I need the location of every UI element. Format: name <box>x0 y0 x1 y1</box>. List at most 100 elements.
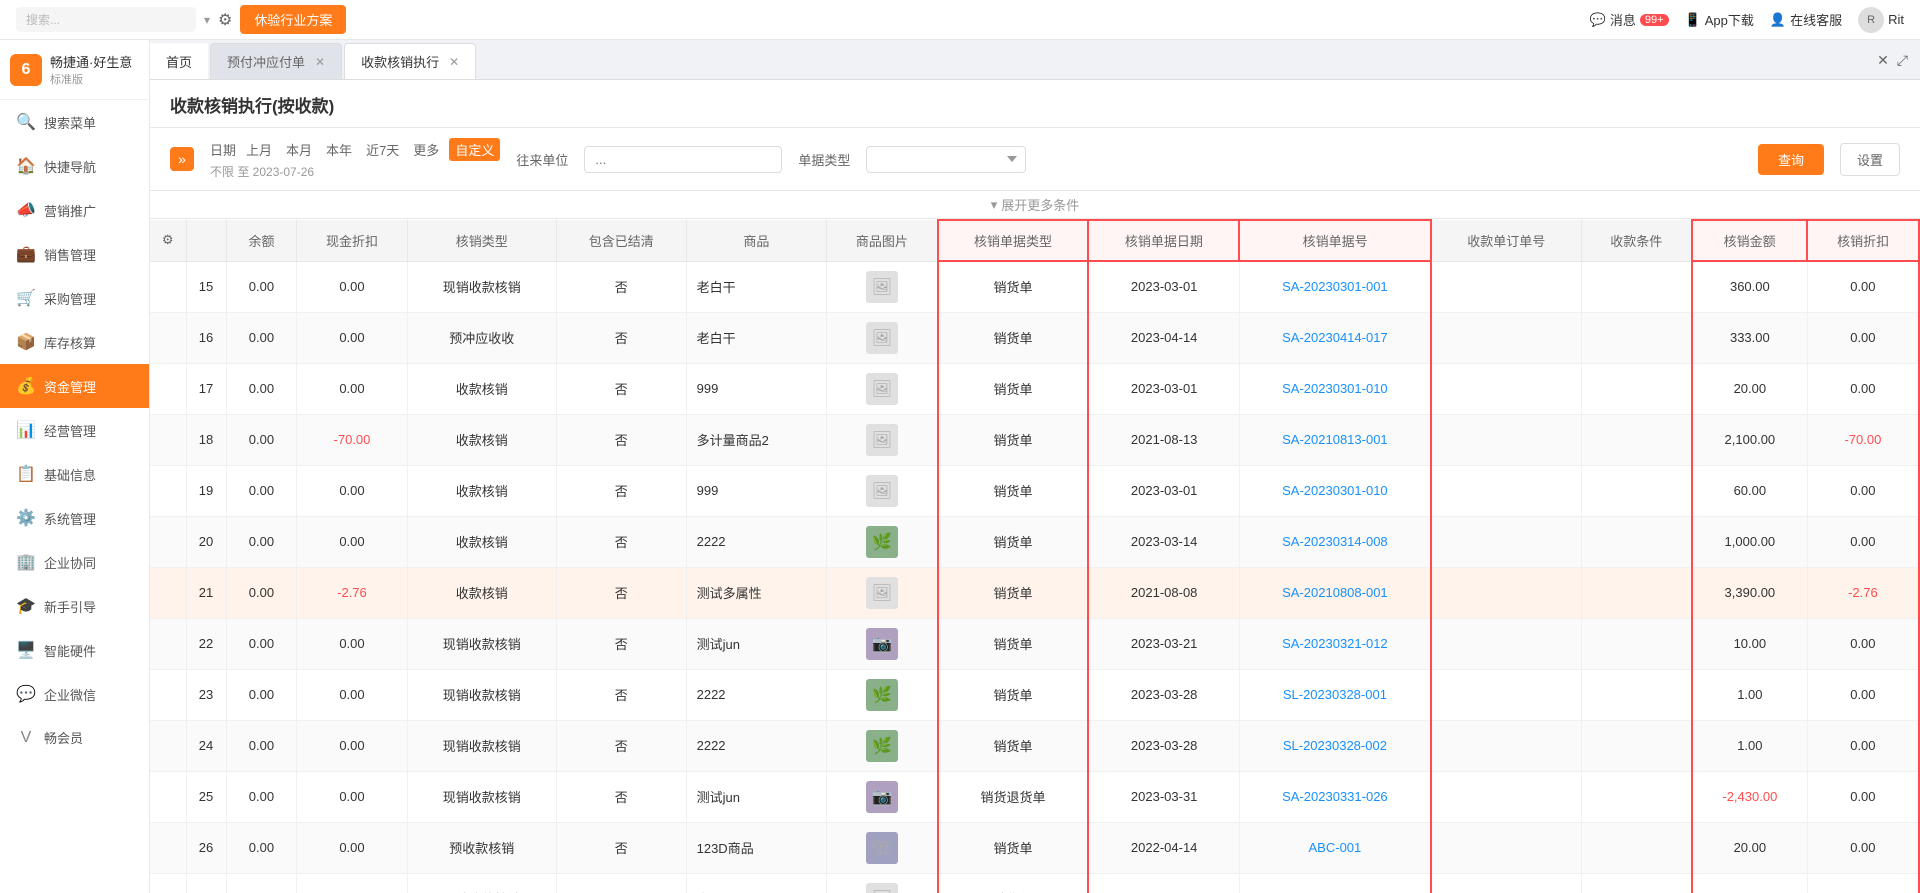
bill-no-link[interactable]: SL-20230328-002 <box>1283 738 1387 753</box>
cell-settings <box>150 465 186 516</box>
sidebar-item-search[interactable]: 🔍 搜索菜单 <box>0 100 149 144</box>
col-settings[interactable]: ⚙ <box>150 220 186 261</box>
bill-no-link[interactable]: ABC-001 <box>1309 840 1362 855</box>
tab-bar-right: ✕ ⤢ <box>1865 40 1920 80</box>
bill-no-link[interactable]: SA-20230321-012 <box>1282 636 1388 651</box>
user-item[interactable]: R Rit <box>1858 7 1904 33</box>
bill-no-link[interactable]: SA-20230301-010 <box>1282 381 1388 396</box>
date-prev-month[interactable]: 上月 <box>242 138 276 161</box>
cell-verify-bill-date: 2021-08-13 <box>1088 414 1239 465</box>
bill-no-link[interactable]: SA-20230301-010 <box>1282 483 1388 498</box>
sidebar-item-company[interactable]: 🏢 企业协同 <box>0 540 149 584</box>
industry-btn[interactable]: 休验行业方案 <box>240 5 346 34</box>
sidebar-item-hardware[interactable]: 🖥️ 智能硬件 <box>0 628 149 672</box>
date-label: 日期 <box>210 140 236 159</box>
cell-receipt-order <box>1431 312 1581 363</box>
cell-verify-bill-no: SA-20230331-026 <box>1239 771 1431 822</box>
sidebar-item-inventory[interactable]: 📦 库存核算 <box>0 320 149 364</box>
bill-no-link[interactable]: SA-20230314-008 <box>1282 534 1388 549</box>
sidebar-item-system[interactable]: ⚙️ 系统管理 <box>0 496 149 540</box>
cell-seq: 24 <box>186 720 226 771</box>
date-custom[interactable]: 自定义 <box>449 138 500 161</box>
operation-icon: 📊 <box>16 420 36 440</box>
table-row: 17 0.00 0.00 收款核销 否 999 🖼 销货单 2023-03-01… <box>150 363 1919 414</box>
bill-no-link[interactable]: SA-20230301-001 <box>1282 279 1388 294</box>
page-header-wrap: 收款核销执行(按收款) 📤 导出 🔄 刷新 <box>150 80 1920 128</box>
cell-verify-bill-date: 2023-03-01 <box>1088 261 1239 312</box>
sidebar-label-search: 搜索菜单 <box>44 113 96 132</box>
cell-verify-bill-type: 销货单 <box>938 414 1089 465</box>
cell-verify-discount: 0.00 <box>1807 771 1919 822</box>
cell-receipt-cond <box>1581 261 1692 312</box>
service-icon: 👤 <box>1770 12 1786 28</box>
sidebar-item-vip[interactable]: V 畅会员 <box>0 716 149 759</box>
inventory-icon: 📦 <box>16 332 36 352</box>
tab-prepay-close[interactable]: ✕ <box>315 55 325 69</box>
sales-icon: 💼 <box>16 244 36 264</box>
cell-goods-img: 🌿 <box>827 720 938 771</box>
cell-goods: 老白干 <box>686 312 827 363</box>
order-type-label: 单据类型 <box>798 150 850 169</box>
sidebar-item-marketing[interactable]: 📣 营销推广 <box>0 188 149 232</box>
bill-no-link[interactable]: SA-20230414-017 <box>1282 330 1388 345</box>
goods-image: 🌿 <box>866 679 898 711</box>
cell-goods: 999 <box>686 465 827 516</box>
sidebar-item-operation[interactable]: 📊 经营管理 <box>0 408 149 452</box>
col-seq <box>186 220 226 261</box>
cell-verify-bill-no: SA-20230314-008 <box>1239 516 1431 567</box>
dropdown-arrow-icon: ▾ <box>204 13 210 27</box>
expand-more-btn[interactable]: ▾ 展开更多条件 <box>991 195 1080 214</box>
online-service-item[interactable]: 👤 在线客服 <box>1770 10 1842 29</box>
sidebar-item-guide[interactable]: 🎓 新手引导 <box>0 584 149 628</box>
cell-balance: 0.00 <box>226 261 297 312</box>
tab-expand-btn[interactable]: ⤢ <box>1897 52 1908 69</box>
sidebar-label-finance: 资金管理 <box>44 377 96 396</box>
date-this-year[interactable]: 本年 <box>322 138 356 161</box>
tab-receipt-close[interactable]: ✕ <box>449 55 459 69</box>
bill-no-link[interactable]: SA-20210808-001 <box>1282 585 1388 600</box>
wechat-icon: 💬 <box>16 684 36 704</box>
tab-receipt[interactable]: 收款核销执行 ✕ <box>344 43 476 79</box>
cell-goods-img: 📷 <box>827 618 938 669</box>
filter-settings-btn[interactable]: 设置 <box>1840 143 1900 176</box>
col-balance: 余额 <box>226 220 297 261</box>
top-bar-right: 💬 消息 99+ 📱 App下载 👤 在线客服 R Rit <box>1590 7 1904 33</box>
system-icon: ⚙️ <box>16 508 36 528</box>
cell-verify-bill-no: SA-20230321-012 <box>1239 618 1431 669</box>
filter-toggle-btn[interactable]: » <box>170 147 194 171</box>
counterpart-input[interactable] <box>584 146 782 173</box>
sidebar-item-sales[interactable]: 💼 销售管理 <box>0 232 149 276</box>
sidebar-item-wechat[interactable]: 💬 企业微信 <box>0 672 149 716</box>
query-btn[interactable]: 查询 <box>1758 144 1824 175</box>
bill-no-link[interactable]: SL-20230328-001 <box>1283 687 1387 702</box>
date-7days[interactable]: 近7天 <box>362 138 403 161</box>
bill-no-link[interactable]: SA-20230331-026 <box>1282 789 1388 804</box>
search-placeholder[interactable]: 搜索... <box>16 7 196 32</box>
cell-verify-discount: 0.00 <box>1807 822 1919 873</box>
sidebar-item-purchase[interactable]: 🛒 采购管理 <box>0 276 149 320</box>
col-verify-bill-no: 核销单据号 <box>1239 220 1431 261</box>
sidebar-item-finance[interactable]: 💰 资金管理 <box>0 364 149 408</box>
cell-goods: 衣服00001 <box>686 873 827 893</box>
tab-home[interactable]: 首页 <box>150 43 208 79</box>
cell-balance: 0.00 <box>226 618 297 669</box>
tab-close-all-btn[interactable]: ✕ <box>1877 52 1889 69</box>
app-icon: 📱 <box>1685 12 1701 28</box>
order-type-select[interactable]: 销货单 销货退货单 <box>866 146 1026 173</box>
settings-icon[interactable]: ⚙ <box>218 10 232 30</box>
message-item[interactable]: 💬 消息 99+ <box>1590 10 1669 29</box>
app-download-item[interactable]: 📱 App下载 <box>1685 10 1754 29</box>
cell-settings <box>150 312 186 363</box>
goods-image: 🖼 <box>866 373 898 405</box>
sidebar-item-quick[interactable]: 🏠 快捷导航 <box>0 144 149 188</box>
bill-no-link[interactable]: SA-20210813-001 <box>1282 432 1388 447</box>
goods-image: 🌿 <box>866 730 898 762</box>
page-content: 收款核销执行(按收款) 📤 导出 🔄 刷新 » <box>150 80 1920 893</box>
date-this-month[interactable]: 本月 <box>282 138 316 161</box>
cell-include-settled: 否 <box>556 669 686 720</box>
sidebar-item-basic[interactable]: 📋 基础信息 <box>0 452 149 496</box>
date-more[interactable]: 更多 <box>409 138 443 161</box>
chevron-down-icon: ▾ <box>991 197 998 213</box>
tab-prepay[interactable]: 预付冲应付单 ✕ <box>210 43 342 79</box>
cell-goods: 123D商品 <box>686 822 827 873</box>
